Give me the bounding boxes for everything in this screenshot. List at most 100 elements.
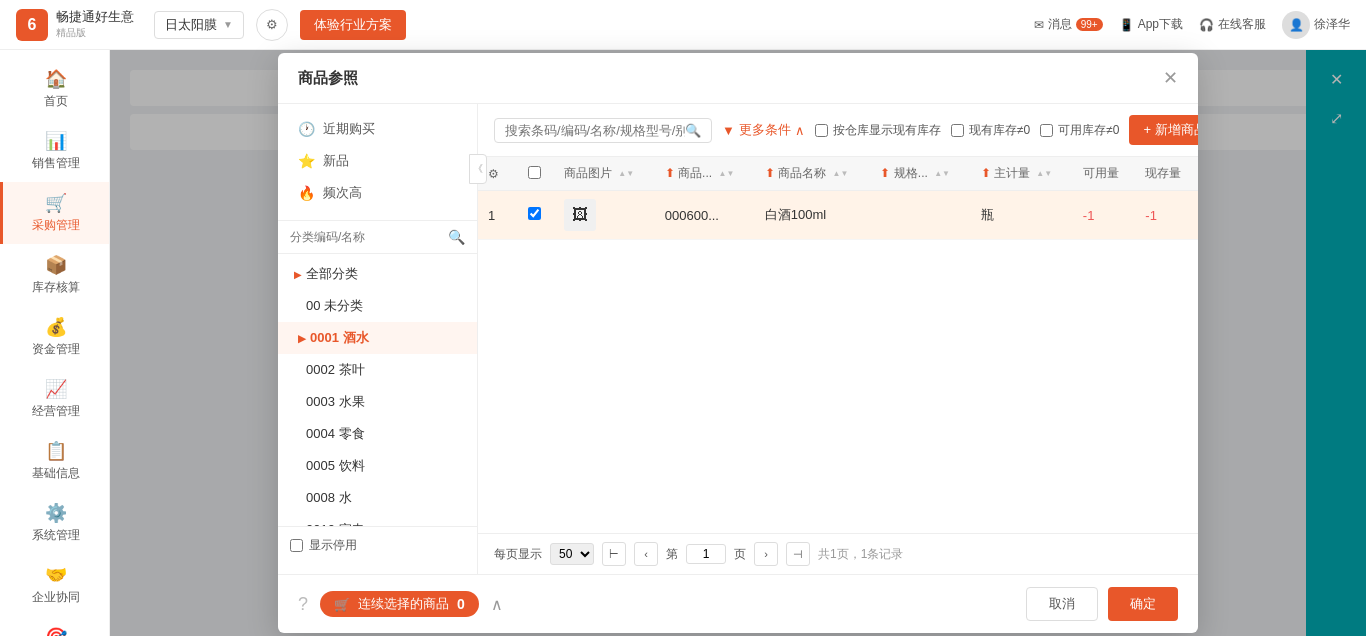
sidebar-item-home[interactable]: 🏠 首页 bbox=[0, 58, 109, 120]
sidebar-item-management[interactable]: 📈 经营管理 bbox=[0, 368, 109, 430]
page-size-label: 每页显示 bbox=[494, 546, 542, 563]
cat-item-0010[interactable]: 0010 家电 bbox=[278, 514, 477, 526]
purchase-icon: 🛒 bbox=[45, 192, 67, 214]
last-page-button[interactable]: ⊣ bbox=[786, 542, 810, 566]
sort-spec-icon: ▲▼ bbox=[934, 170, 950, 178]
cart-count: 0 bbox=[457, 596, 465, 612]
checkbox-available-stock[interactable]: 可用库存≠0 bbox=[1040, 122, 1119, 139]
page-size-select[interactable]: 50 bbox=[550, 543, 594, 565]
th-checkbox bbox=[518, 157, 554, 191]
help-icon[interactable]: ? bbox=[298, 594, 308, 615]
sort-name-indicator: ⬆ bbox=[765, 166, 775, 180]
current-stock-checkbox[interactable] bbox=[951, 124, 964, 137]
td-checkbox bbox=[518, 191, 554, 240]
more-filters-button[interactable]: ▼ 更多条件 ∧ bbox=[722, 121, 805, 139]
sort-name-icon: ▲▼ bbox=[833, 170, 849, 178]
basic-info-icon: 📋 bbox=[45, 440, 67, 462]
cancel-button[interactable]: 取消 bbox=[1026, 587, 1098, 621]
logo-text: 畅捷通好生意 bbox=[56, 9, 134, 26]
trial-button[interactable]: 体验行业方案 bbox=[300, 10, 406, 40]
cart-label: 连续选择的商品 bbox=[358, 595, 449, 613]
sidebar-item-guide[interactable]: 🎯 新手引导 bbox=[0, 616, 109, 636]
sidebar-item-inventory[interactable]: 📦 库存核算 bbox=[0, 244, 109, 306]
checkbox-current-stock[interactable]: 现有库存≠0 bbox=[951, 122, 1030, 139]
modal-body: 🕐 近期购买 ⭐ 新品 🔥 频次高 bbox=[278, 104, 1198, 574]
cat-label-0005: 0005 饮料 bbox=[306, 457, 365, 475]
cat-item-0001[interactable]: ▶ 0001 酒水 bbox=[278, 322, 477, 354]
cat-item-0003[interactable]: 0003 水果 bbox=[278, 386, 477, 418]
table-row[interactable]: 1 🖼 000600... 白酒100ml bbox=[478, 191, 1198, 240]
sidebar-label-sales: 销售管理 bbox=[32, 155, 80, 172]
available-stock-checkbox[interactable] bbox=[1040, 124, 1053, 137]
app-download-button[interactable]: 📱 App下载 bbox=[1119, 16, 1183, 33]
filter-label: 更多条件 bbox=[739, 121, 791, 139]
sidebar-item-system[interactable]: ⚙️ 系统管理 bbox=[0, 492, 109, 554]
sales-icon: 📊 bbox=[45, 130, 67, 152]
messages-button[interactable]: ✉ 消息 99+ bbox=[1034, 16, 1103, 33]
confirm-button[interactable]: 确定 bbox=[1108, 587, 1178, 621]
add-product-button[interactable]: + 新增商品 bbox=[1129, 115, 1198, 145]
th-code: ⬆ 商品... ▲▼ bbox=[655, 157, 755, 191]
category-search-area: 🔍 bbox=[278, 221, 477, 254]
first-page-button[interactable]: ⊢ bbox=[602, 542, 626, 566]
settings-icon[interactable]: ⚙ bbox=[256, 9, 288, 41]
prev-page-button[interactable]: ‹ bbox=[634, 542, 658, 566]
product-search-input[interactable] bbox=[505, 123, 685, 138]
cat-item-all[interactable]: ▶ 全部分类 bbox=[278, 258, 477, 290]
cat-item-0002[interactable]: 0002 茶叶 bbox=[278, 354, 477, 386]
warehouse-stock-label: 按仓库显示现有库存 bbox=[833, 122, 941, 139]
row-checkbox[interactable] bbox=[528, 207, 541, 220]
sort-unit-icon: ▲▼ bbox=[1036, 170, 1052, 178]
main-layout: 🏠 首页 📊 销售管理 🛒 采购管理 📦 库存核算 💰 资金管理 📈 经营管理 … bbox=[0, 50, 1366, 636]
select-all-checkbox[interactable] bbox=[528, 166, 541, 179]
sidebar-item-purchase[interactable]: 🛒 采购管理 bbox=[0, 182, 109, 244]
sidebar-item-enterprise[interactable]: 🤝 企业协同 bbox=[0, 554, 109, 616]
product-search-icon[interactable]: 🔍 bbox=[685, 123, 701, 138]
cat-item-0004[interactable]: 0004 零食 bbox=[278, 418, 477, 450]
cat-label-0001: 0001 酒水 bbox=[310, 329, 369, 347]
nav-right: ✉ 消息 99+ 📱 App下载 🎧 在线客服 👤 徐泽华 bbox=[1034, 11, 1350, 39]
checkbox-warehouse-stock[interactable]: 按仓库显示现有库存 bbox=[815, 122, 941, 139]
th-image: 商品图片 ▲▼ bbox=[554, 157, 655, 191]
sidebar-label-system: 系统管理 bbox=[32, 527, 80, 544]
cat-item-00[interactable]: 00 未分类 bbox=[278, 290, 477, 322]
collapse-panel-button[interactable]: 《 bbox=[469, 154, 487, 184]
category-search-input[interactable] bbox=[290, 230, 448, 244]
user-area[interactable]: 👤 徐泽华 bbox=[1282, 11, 1350, 39]
cat-item-0005[interactable]: 0005 饮料 bbox=[278, 450, 477, 482]
filter-chevron-icon: ∧ bbox=[795, 123, 805, 138]
category-search-icon[interactable]: 🔍 bbox=[448, 229, 465, 245]
td-unit: 瓶 bbox=[971, 191, 1073, 240]
message-icon: ✉ bbox=[1034, 18, 1044, 32]
total-info: 共1页，1条记录 bbox=[818, 546, 903, 563]
cat-label-all: 全部分类 bbox=[306, 265, 358, 283]
sidebar-item-basic-info[interactable]: 📋 基础信息 bbox=[0, 430, 109, 492]
cat-item-0008[interactable]: 0008 水 bbox=[278, 482, 477, 514]
quick-tabs: 🕐 近期购买 ⭐ 新品 🔥 频次高 bbox=[278, 114, 477, 221]
sidebar-item-sales[interactable]: 📊 销售管理 bbox=[0, 120, 109, 182]
show-disabled-checkbox[interactable] bbox=[290, 539, 303, 552]
sidebar-item-finance[interactable]: 💰 资金管理 bbox=[0, 306, 109, 368]
tab-new-label: 新品 bbox=[323, 152, 349, 170]
logo-sub: 精品版 bbox=[56, 26, 134, 40]
tab-frequent[interactable]: 🔥 频次高 bbox=[288, 178, 467, 208]
sort-image-icon: ▲▼ bbox=[618, 170, 634, 178]
modal-close-button[interactable]: ✕ bbox=[1163, 67, 1178, 89]
cart-area[interactable]: 🛒 连续选择的商品 0 bbox=[320, 591, 479, 617]
tab-new-products[interactable]: ⭐ 新品 bbox=[288, 146, 467, 176]
expand-cart-button[interactable]: ∧ bbox=[491, 595, 503, 614]
page-number-input[interactable] bbox=[686, 544, 726, 564]
sidebar-label-finance: 资金管理 bbox=[32, 341, 80, 358]
page-unit: 页 bbox=[734, 546, 746, 563]
company-dropdown[interactable]: 日太阳膜 ▼ bbox=[154, 11, 244, 39]
sidebar-label-enterprise: 企业协同 bbox=[32, 589, 80, 606]
warehouse-stock-checkbox[interactable] bbox=[815, 124, 828, 137]
tab-recent-purchase[interactable]: 🕐 近期购买 bbox=[288, 114, 467, 144]
avatar: 👤 bbox=[1282, 11, 1310, 39]
sort-unit-indicator: ⬆ bbox=[981, 166, 991, 180]
next-page-button[interactable]: › bbox=[754, 542, 778, 566]
logo-icon: 6 bbox=[16, 9, 48, 41]
online-service-button[interactable]: 🎧 在线客服 bbox=[1199, 16, 1266, 33]
finance-icon: 💰 bbox=[45, 316, 67, 338]
product-search-box: 🔍 bbox=[494, 118, 712, 143]
